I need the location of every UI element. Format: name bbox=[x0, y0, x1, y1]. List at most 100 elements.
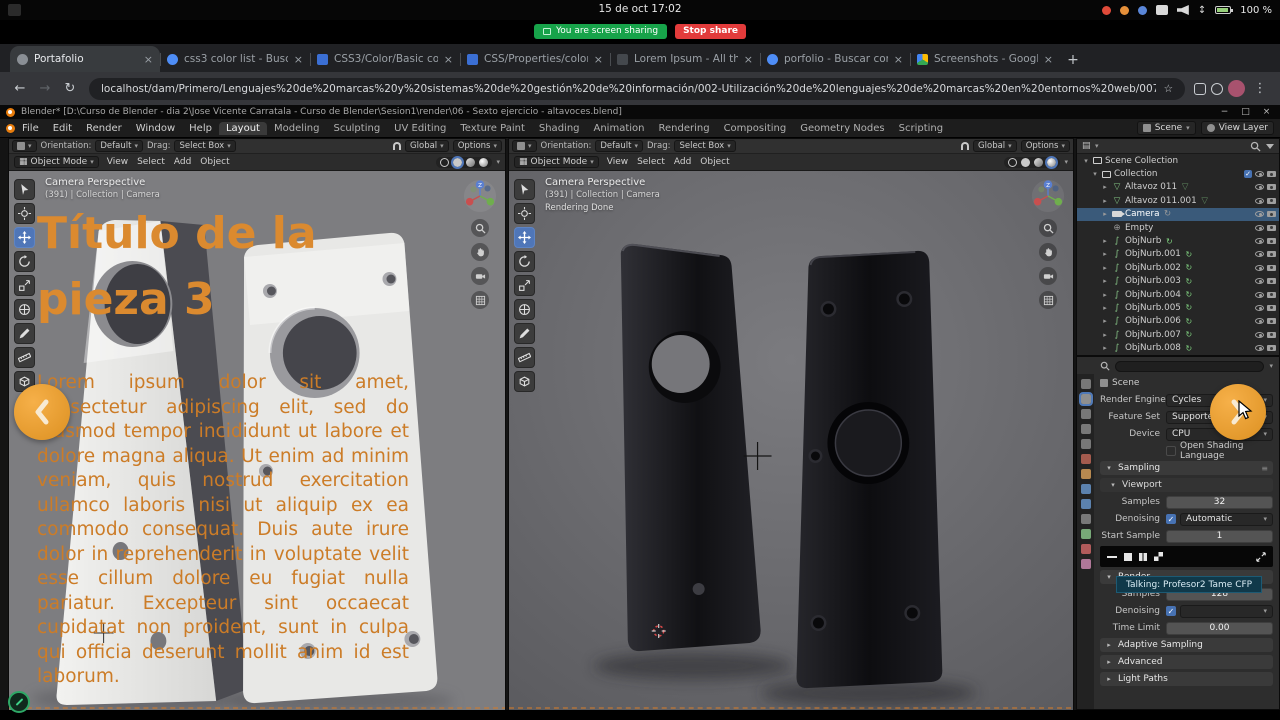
measure-tool-button[interactable] bbox=[514, 347, 535, 368]
reload-button[interactable]: ↻ bbox=[60, 81, 80, 96]
options-dropdown[interactable]: Options ▾ bbox=[452, 140, 502, 152]
material-shading-button[interactable] bbox=[1034, 157, 1044, 167]
measure-tool-button[interactable] bbox=[14, 347, 35, 368]
tab-close-icon[interactable]: × bbox=[294, 53, 303, 66]
viewport-samples-field[interactable]: 32 bbox=[1166, 495, 1273, 509]
viewport-canvas-left[interactable]: Camera Perspective (391) | Collection | … bbox=[9, 171, 505, 711]
orientation-dropdown[interactable]: Default ▾ bbox=[95, 140, 143, 152]
render-denoiser-dropdown[interactable]: ▾ bbox=[1180, 604, 1273, 618]
drag-dropdown[interactable]: Select Box ▾ bbox=[174, 140, 236, 152]
tab-output[interactable] bbox=[1080, 409, 1091, 419]
tab-material[interactable] bbox=[1080, 544, 1091, 554]
webcam-indicator-icon[interactable] bbox=[1119, 5, 1129, 15]
hide-viewport-toggle[interactable] bbox=[1255, 304, 1264, 311]
filter-icon[interactable] bbox=[1266, 143, 1274, 149]
outliner-row-empty[interactable]: ⊕ Empty bbox=[1077, 221, 1279, 234]
menu-select[interactable]: Select bbox=[636, 157, 666, 167]
tab-css-properties-color[interactable]: CSS/Properties/color/ke × bbox=[460, 46, 610, 72]
time-limit-field[interactable]: 0.00 bbox=[1166, 621, 1273, 635]
pan-button[interactable] bbox=[471, 243, 489, 261]
tab-close-icon[interactable]: × bbox=[144, 53, 153, 66]
close-button[interactable]: × bbox=[1259, 107, 1274, 117]
expand-icon[interactable] bbox=[1256, 551, 1266, 562]
search-icon[interactable] bbox=[1100, 361, 1110, 371]
app-indicator-icon[interactable] bbox=[1137, 5, 1147, 15]
outliner-row-objnurb-008[interactable]: ▸ ∫ ObjNurb.008 ↻ bbox=[1077, 341, 1279, 354]
disable-render-toggle[interactable] bbox=[1267, 278, 1276, 285]
url-text[interactable]: localhost/dam/Primero/Lenguajes%20de%20m… bbox=[101, 83, 1156, 95]
chevron-down-icon[interactable]: ▾ bbox=[1064, 158, 1068, 166]
workspace-sculpting[interactable]: Sculpting bbox=[326, 122, 387, 135]
menu-object[interactable]: Object bbox=[199, 157, 230, 167]
workspace-scripting[interactable]: Scripting bbox=[892, 122, 950, 135]
denoising-checkbox[interactable]: ✓ bbox=[1166, 514, 1176, 524]
pass-split-icon[interactable] bbox=[1139, 552, 1147, 561]
chevron-down-icon[interactable]: ▾ bbox=[496, 158, 500, 166]
tab-css3-basic-color[interactable]: CSS3/Color/Basic color k × bbox=[310, 46, 460, 72]
tab-porfolio-search[interactable]: porfolio - Buscar con Goo × bbox=[760, 46, 910, 72]
tab-object[interactable] bbox=[1080, 469, 1091, 479]
navigation-gizmo[interactable]: Z bbox=[1031, 179, 1065, 213]
material-shading-button[interactable] bbox=[466, 157, 476, 167]
toggle-ortho-button[interactable] bbox=[471, 291, 489, 309]
zoom-button[interactable] bbox=[1039, 219, 1057, 237]
mode-dropdown[interactable]: ▦ Object Mode ▾ bbox=[14, 156, 99, 168]
cursor-tool-button[interactable] bbox=[514, 203, 535, 224]
move-tool-button[interactable] bbox=[14, 227, 35, 248]
disable-render-toggle[interactable] bbox=[1267, 224, 1276, 231]
bookmark-star-icon[interactable]: ☆ bbox=[1164, 83, 1173, 95]
view-layer-selector[interactable]: View Layer bbox=[1200, 121, 1274, 135]
menu-add[interactable]: Add bbox=[673, 157, 692, 167]
disable-render-toggle[interactable] bbox=[1267, 331, 1276, 338]
rendered-shading-button[interactable] bbox=[479, 157, 489, 167]
outliner-row-objnurb-007[interactable]: ▸ ∫ ObjNurb.007 ↻ bbox=[1077, 328, 1279, 341]
chevron-down-icon[interactable]: ▾ bbox=[1095, 142, 1099, 150]
advanced-header[interactable]: ▸ Advanced bbox=[1100, 655, 1273, 669]
annotate-tool-button[interactable] bbox=[14, 323, 35, 344]
hide-viewport-toggle[interactable] bbox=[1255, 238, 1264, 245]
adaptive-sampling-header[interactable]: ▸ Adaptive Sampling bbox=[1100, 638, 1273, 652]
navigation-gizmo[interactable]: Z bbox=[463, 179, 497, 213]
tab-scene[interactable] bbox=[1080, 439, 1091, 449]
orientation-dropdown[interactable]: Default ▾ bbox=[595, 140, 643, 152]
disable-render-toggle[interactable] bbox=[1267, 171, 1276, 178]
viewport-subpanel-header[interactable]: ▾ Viewport bbox=[1100, 478, 1273, 492]
annotate-tool-button[interactable] bbox=[514, 323, 535, 344]
outliner-row-objnurb-005[interactable]: ▸ ∫ ObjNurb.005 ↻ bbox=[1077, 301, 1279, 314]
workspace-rendering[interactable]: Rendering bbox=[651, 122, 716, 135]
battery-icon[interactable] bbox=[1215, 6, 1234, 14]
hide-viewport-toggle[interactable] bbox=[1255, 291, 1264, 298]
new-tab-button[interactable]: + bbox=[1060, 48, 1086, 72]
outliner-row-altavoz-011[interactable]: ▸ ▽ Altavoz 011 ▽ bbox=[1077, 181, 1279, 194]
camera-view-button[interactable] bbox=[1039, 267, 1057, 285]
scale-tool-button[interactable] bbox=[514, 275, 535, 296]
add-cube-tool-button[interactable] bbox=[514, 371, 535, 392]
menu-select[interactable]: Select bbox=[136, 157, 166, 167]
annotation-tool-button[interactable] bbox=[8, 691, 30, 713]
hide-viewport-toggle[interactable] bbox=[1255, 197, 1264, 204]
workspace-shading[interactable]: Shading bbox=[532, 122, 587, 135]
tab-view-layer[interactable] bbox=[1080, 424, 1091, 434]
disable-render-toggle[interactable] bbox=[1267, 264, 1276, 271]
transform-orientation-dropdown[interactable]: Global ▾ bbox=[405, 140, 449, 152]
window-list-icon[interactable] bbox=[8, 4, 21, 16]
blender-menu-logo-icon[interactable] bbox=[6, 123, 15, 133]
workspace-animation[interactable]: Animation bbox=[587, 122, 652, 135]
disable-render-toggle[interactable] bbox=[1267, 251, 1276, 258]
active-tool-widget[interactable]: ▾ bbox=[512, 140, 537, 152]
hide-viewport-toggle[interactable] bbox=[1255, 184, 1264, 191]
disable-render-toggle[interactable] bbox=[1267, 184, 1276, 191]
recording-indicator-icon[interactable] bbox=[1101, 5, 1111, 15]
stop-share-button[interactable]: Stop share bbox=[675, 24, 747, 39]
sampling-section-header[interactable]: ▾ Sampling ≡ bbox=[1100, 461, 1273, 475]
tab-close-icon[interactable]: × bbox=[444, 53, 453, 66]
zoom-button[interactable] bbox=[471, 219, 489, 237]
disable-render-toggle[interactable] bbox=[1267, 238, 1276, 245]
workspace-texture-paint[interactable]: Texture Paint bbox=[453, 122, 532, 135]
mode-dropdown[interactable]: ▦ Object Mode ▾ bbox=[514, 156, 599, 168]
solid-shading-button[interactable] bbox=[1021, 157, 1031, 167]
address-bar[interactable]: localhost/dam/Primero/Lenguajes%20de%20m… bbox=[89, 77, 1185, 100]
disable-render-toggle[interactable] bbox=[1267, 197, 1276, 204]
move-tool-button[interactable] bbox=[514, 227, 535, 248]
tab-screenshots-drive[interactable]: Screenshots - Google Dri × bbox=[910, 46, 1060, 72]
